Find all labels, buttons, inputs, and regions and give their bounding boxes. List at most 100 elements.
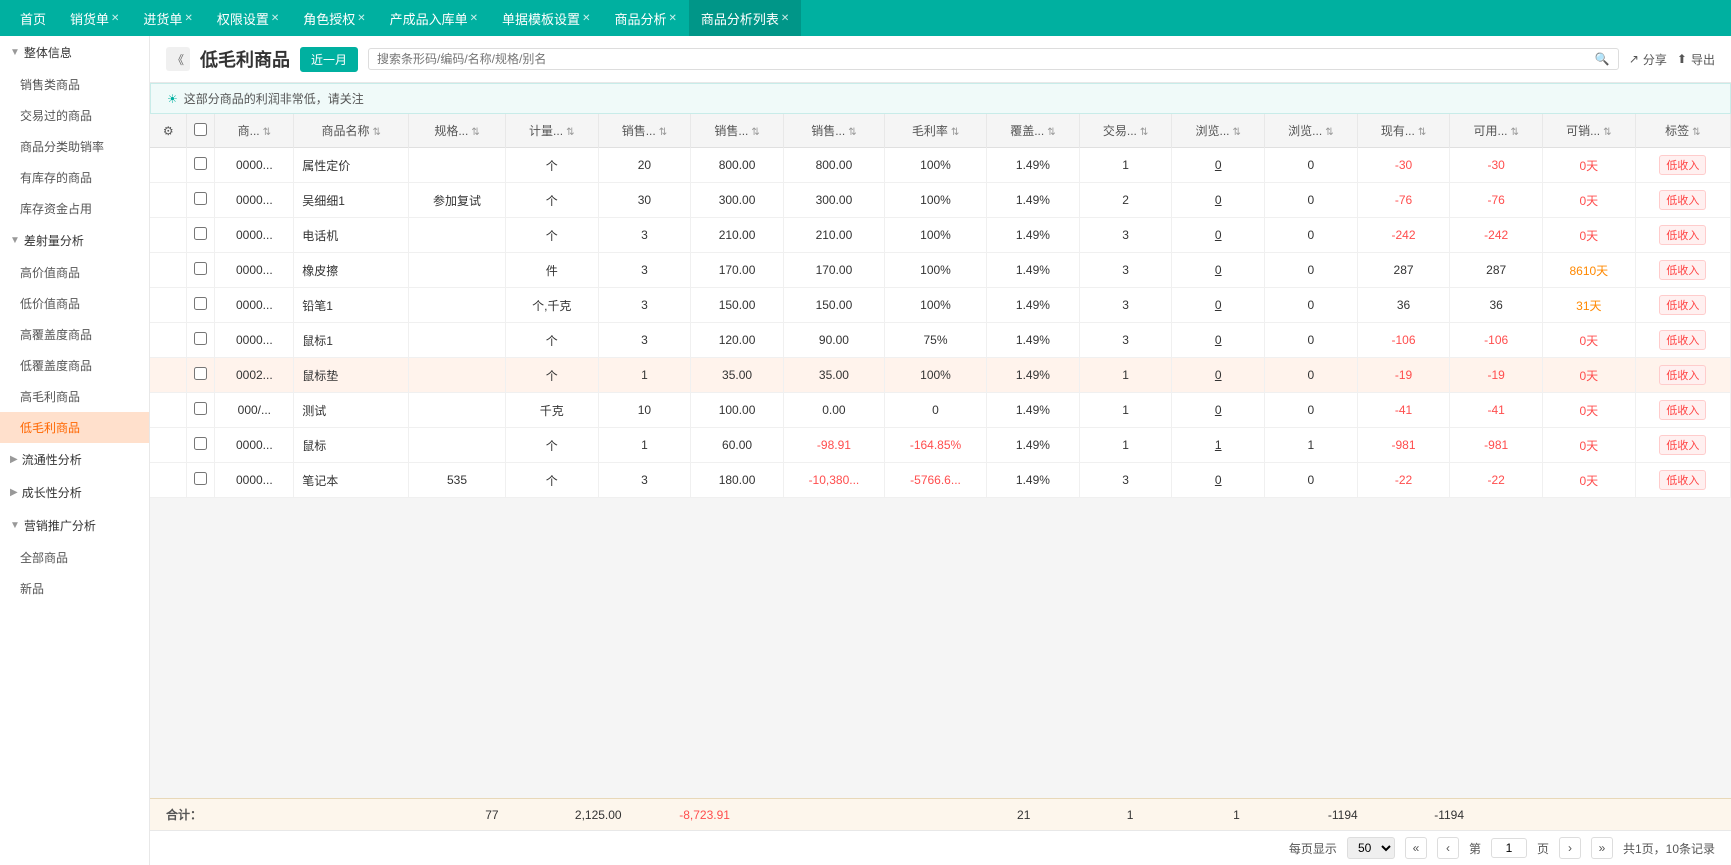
- col-sales-qty[interactable]: 销售...⇅: [598, 114, 691, 148]
- sidebar-item-low-margin[interactable]: 低毛利商品: [0, 412, 149, 443]
- sidebar-group-overall[interactable]: ▼ 整体信息: [0, 36, 149, 69]
- last-page-button[interactable]: »: [1591, 837, 1613, 859]
- search-input[interactable]: [377, 52, 1595, 66]
- share-button[interactable]: ↗ 分享: [1629, 51, 1667, 68]
- next-page-button[interactable]: ›: [1559, 837, 1581, 859]
- sidebar-group-circulation[interactable]: ▶ 流通性分析: [0, 443, 149, 476]
- row-browse1-2[interactable]: 0: [1172, 218, 1265, 253]
- sidebar-group-growth[interactable]: ▶ 成长性分析: [0, 476, 149, 509]
- row-select-7[interactable]: [194, 402, 207, 415]
- row-select-6[interactable]: [194, 367, 207, 380]
- col-transaction[interactable]: 交易...⇅: [1079, 114, 1172, 148]
- nav-permissions[interactable]: 权限设置 ✕: [205, 0, 291, 36]
- row-browse1-9[interactable]: 0: [1172, 463, 1265, 498]
- nav-sales-order-close[interactable]: ✕: [111, 13, 119, 24]
- row-sales-amount-2: 210.00: [691, 218, 784, 253]
- col-settings[interactable]: ⚙: [150, 114, 187, 148]
- col-stock-available[interactable]: 可用...⇅: [1450, 114, 1543, 148]
- row-browse1-6[interactable]: 0: [1172, 358, 1265, 393]
- row-name-7[interactable]: 测试: [294, 393, 409, 428]
- row-name-4[interactable]: 铅笔1: [294, 288, 409, 323]
- sidebar-item-stocked-products[interactable]: 有库存的商品: [0, 162, 149, 193]
- search-icon[interactable]: 🔍: [1595, 52, 1610, 66]
- export-button[interactable]: ⬆ 导出: [1677, 51, 1715, 68]
- col-sales-profit[interactable]: 销售...⇅: [783, 114, 884, 148]
- sidebar-item-new-products[interactable]: 新品: [0, 573, 149, 604]
- sidebar-group-marketing[interactable]: ▼ 营销推广分析: [0, 509, 149, 542]
- nav-template-settings-close[interactable]: ✕: [582, 13, 590, 24]
- sidebar-item-inventory-capital[interactable]: 库存资金占用: [0, 193, 149, 224]
- row-browse1-4[interactable]: 0: [1172, 288, 1265, 323]
- nav-purchase-order[interactable]: 进货单 ✕: [131, 0, 204, 36]
- col-stock-current[interactable]: 现有...⇅: [1357, 114, 1450, 148]
- nav-product-analysis-list[interactable]: 商品分析列表 ✕: [689, 0, 801, 36]
- col-name[interactable]: 商品名称⇅: [294, 114, 409, 148]
- row-select-8[interactable]: [194, 437, 207, 450]
- row-name-6[interactable]: 鼠标垫: [294, 358, 409, 393]
- row-select-9[interactable]: [194, 472, 207, 485]
- nav-home[interactable]: 首页: [8, 0, 58, 36]
- row-name-8[interactable]: 鼠标: [294, 428, 409, 463]
- sidebar-item-traded-products[interactable]: 交易过的商品: [0, 100, 149, 131]
- nav-sales-order[interactable]: 销货单 ✕: [58, 0, 131, 36]
- row-browse1-1[interactable]: 0: [1172, 183, 1265, 218]
- row-select-1[interactable]: [194, 192, 207, 205]
- table-row: 0000... 铅笔1 个,千克 3 150.00 150.00 100% 1.…: [150, 288, 1731, 323]
- sidebar-item-low-coverage[interactable]: 低覆盖度商品: [0, 350, 149, 381]
- row-select-5[interactable]: [194, 332, 207, 345]
- page-number-input[interactable]: [1491, 838, 1527, 858]
- col-browse2[interactable]: 浏览...⇅: [1265, 114, 1358, 148]
- col-tag[interactable]: 标签⇅: [1635, 114, 1730, 148]
- col-sales-amount[interactable]: 销售...⇅: [691, 114, 784, 148]
- nav-product-analysis-list-close[interactable]: ✕: [781, 13, 789, 24]
- row-select-3[interactable]: [194, 262, 207, 275]
- prev-page-button[interactable]: ‹: [1437, 837, 1459, 859]
- row-browse1-8[interactable]: 1: [1172, 428, 1265, 463]
- col-browse1[interactable]: 浏览...⇅: [1172, 114, 1265, 148]
- nav-role-auth-close[interactable]: ✕: [357, 13, 365, 24]
- row-name-1[interactable]: 吴细细1: [294, 183, 409, 218]
- row-sales-amount-8: 60.00: [691, 428, 784, 463]
- row-name-0[interactable]: 属性定价: [294, 148, 409, 183]
- row-stock-current-2: -242: [1357, 218, 1450, 253]
- sidebar-collapse-button[interactable]: 《: [166, 47, 190, 71]
- nav-role-auth[interactable]: 角色授权 ✕: [291, 0, 377, 36]
- row-select-0[interactable]: [194, 157, 207, 170]
- row-name-2[interactable]: 电话机: [294, 218, 409, 253]
- sidebar-item-sales-products[interactable]: 销售类商品: [0, 69, 149, 100]
- row-select-4[interactable]: [194, 297, 207, 310]
- col-coverage[interactable]: 覆盖...⇅: [987, 114, 1080, 148]
- row-name-5[interactable]: 鼠标1: [294, 323, 409, 358]
- select-all-checkbox[interactable]: [194, 123, 207, 136]
- col-spec[interactable]: 规格...⇅: [409, 114, 506, 148]
- col-unit[interactable]: 计量...⇅: [505, 114, 598, 148]
- first-page-button[interactable]: «: [1405, 837, 1427, 859]
- sidebar-group-differential[interactable]: ▼ 差射量分析: [0, 224, 149, 257]
- tab-recent-month[interactable]: 近一月: [300, 47, 358, 72]
- sidebar-item-high-coverage[interactable]: 高覆盖度商品: [0, 319, 149, 350]
- col-stock-sellable[interactable]: 可销...⇅: [1543, 114, 1636, 148]
- sidebar-item-high-value[interactable]: 高价值商品: [0, 257, 149, 288]
- col-gross-margin[interactable]: 毛利率⇅: [884, 114, 986, 148]
- col-code[interactable]: 商...⇅: [215, 114, 294, 148]
- row-settings-1: [150, 183, 187, 218]
- nav-product-analysis[interactable]: 商品分析 ✕: [602, 0, 688, 36]
- nav-permissions-close[interactable]: ✕: [271, 13, 279, 24]
- nav-purchase-order-close[interactable]: ✕: [184, 13, 192, 24]
- row-name-3[interactable]: 橡皮擦: [294, 253, 409, 288]
- nav-product-inbound[interactable]: 产成品入库单 ✕: [378, 0, 490, 36]
- sidebar-item-all-products[interactable]: 全部商品: [0, 542, 149, 573]
- row-browse1-3[interactable]: 0: [1172, 253, 1265, 288]
- row-select-2[interactable]: [194, 227, 207, 240]
- nav-product-analysis-close[interactable]: ✕: [668, 13, 676, 24]
- nav-template-settings[interactable]: 单据模板设置 ✕: [490, 0, 602, 36]
- nav-product-inbound-close[interactable]: ✕: [470, 13, 478, 24]
- row-browse1-0[interactable]: 0: [1172, 148, 1265, 183]
- row-name-9[interactable]: 笔记本: [294, 463, 409, 498]
- sidebar-item-high-margin[interactable]: 高毛利商品: [0, 381, 149, 412]
- per-page-select[interactable]: 50: [1347, 837, 1395, 859]
- row-browse1-5[interactable]: 0: [1172, 323, 1265, 358]
- sidebar-item-low-value[interactable]: 低价值商品: [0, 288, 149, 319]
- sidebar-item-category-sales-rate[interactable]: 商品分类助销率: [0, 131, 149, 162]
- row-browse1-7[interactable]: 0: [1172, 393, 1265, 428]
